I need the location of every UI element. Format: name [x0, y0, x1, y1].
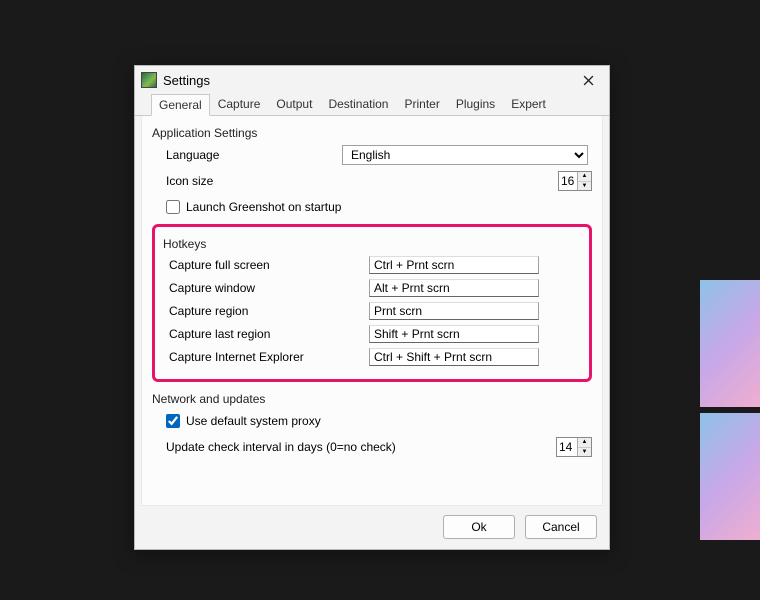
hotkey-window-input[interactable] [369, 279, 539, 297]
hotkey-row-ie: Capture Internet Explorer [159, 348, 581, 366]
titlebar: Settings [135, 66, 609, 94]
hotkey-row-window: Capture window [159, 279, 581, 297]
launch-on-startup-row: Launch Greenshot on startup [152, 196, 592, 218]
hotkey-row-last-region: Capture last region [159, 325, 581, 343]
network-title: Network and updates [152, 392, 592, 406]
hotkey-ie-input[interactable] [369, 348, 539, 366]
update-interval-label: Update check interval in days (0=no chec… [152, 440, 412, 454]
close-icon [583, 75, 594, 86]
close-button[interactable] [573, 70, 603, 90]
settings-window: Settings General Capture Output Destinat… [134, 65, 610, 550]
use-default-proxy-checkbox[interactable] [166, 414, 180, 428]
update-interval-stepper[interactable]: ▲ ▼ [556, 437, 592, 457]
tab-capture[interactable]: Capture [210, 93, 269, 115]
app-settings-title: Application Settings [152, 126, 592, 140]
windows-logo-decoration [700, 280, 760, 540]
hotkeys-group-highlighted: Hotkeys Capture full screen Capture wind… [152, 224, 592, 382]
hotkey-label: Capture last region [159, 327, 369, 341]
app-icon [141, 72, 157, 88]
icon-size-stepper[interactable]: ▲ ▼ [558, 171, 592, 191]
hotkey-row-region: Capture region [159, 302, 581, 320]
hotkey-full-screen-input[interactable] [369, 256, 539, 274]
hotkeys-title: Hotkeys [163, 237, 581, 251]
tab-general[interactable]: General [151, 94, 210, 116]
dialog-buttons: Ok Cancel [443, 515, 597, 539]
network-group: Network and updates Use default system p… [152, 392, 592, 458]
tab-output[interactable]: Output [268, 93, 320, 115]
launch-on-startup-label: Launch Greenshot on startup [186, 200, 341, 214]
tab-plugins[interactable]: Plugins [448, 93, 503, 115]
hotkey-label: Capture region [159, 304, 369, 318]
cancel-button[interactable]: Cancel [525, 515, 597, 539]
tab-destination[interactable]: Destination [320, 93, 396, 115]
icon-size-label: Icon size [152, 174, 342, 188]
hotkey-label: Capture Internet Explorer [159, 350, 369, 364]
tab-printer[interactable]: Printer [396, 93, 447, 115]
update-interval-row: Update check interval in days (0=no chec… [152, 436, 592, 458]
hotkey-region-input[interactable] [369, 302, 539, 320]
use-default-proxy-row: Use default system proxy [152, 410, 592, 432]
launch-on-startup-checkbox[interactable] [166, 200, 180, 214]
hotkey-last-region-input[interactable] [369, 325, 539, 343]
tab-bar: General Capture Output Destination Print… [135, 94, 609, 116]
tab-expert[interactable]: Expert [503, 93, 554, 115]
language-row: Language English [152, 144, 592, 166]
update-interval-input[interactable] [557, 438, 577, 456]
language-label: Language [152, 148, 342, 162]
language-select[interactable]: English [342, 145, 588, 165]
spin-down-icon[interactable]: ▼ [578, 182, 591, 191]
spin-down-icon[interactable]: ▼ [578, 448, 591, 457]
hotkey-label: Capture full screen [159, 258, 369, 272]
hotkey-row-full-screen: Capture full screen [159, 256, 581, 274]
window-title: Settings [163, 73, 573, 88]
ok-button[interactable]: Ok [443, 515, 515, 539]
use-default-proxy-label: Use default system proxy [186, 414, 321, 428]
icon-size-row: Icon size ▲ ▼ [152, 170, 592, 192]
spin-up-icon[interactable]: ▲ [578, 438, 591, 448]
icon-size-input[interactable] [559, 172, 577, 190]
general-panel: Application Settings Language English Ic… [141, 116, 603, 506]
spin-up-icon[interactable]: ▲ [578, 172, 591, 182]
hotkey-label: Capture window [159, 281, 369, 295]
